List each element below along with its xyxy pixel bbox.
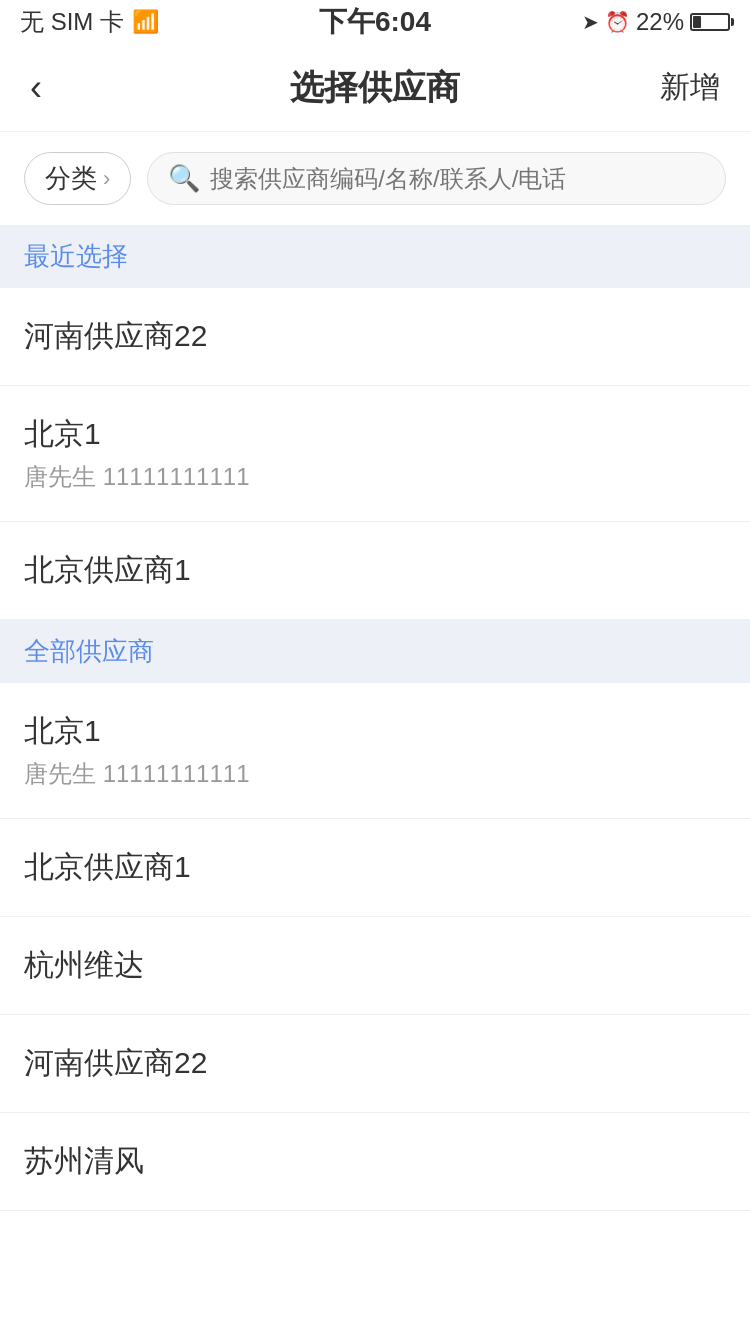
chevron-right-icon: ›: [103, 166, 110, 192]
list-item[interactable]: 北京供应商1: [0, 522, 750, 620]
recent-section-label: 最近选择: [24, 241, 128, 271]
item-name: 北京供应商1: [24, 550, 726, 591]
all-section-header: 全部供应商: [0, 620, 750, 683]
category-label: 分类: [45, 161, 97, 196]
list-item[interactable]: 苏州清风: [0, 1113, 750, 1211]
status-time: 下午6:04: [319, 3, 431, 41]
item-sub: 唐先生 11111111111: [24, 758, 726, 790]
page-title: 选择供应商: [290, 65, 460, 111]
list-item[interactable]: 杭州维达: [0, 917, 750, 1015]
item-sub: 唐先生 11111111111: [24, 461, 726, 493]
battery-icon: [690, 13, 730, 31]
item-name: 北京1: [24, 414, 726, 455]
search-input[interactable]: [210, 165, 705, 193]
status-right: ➤ ⏰ 22%: [582, 8, 730, 36]
search-icon: 🔍: [168, 163, 200, 194]
list-item[interactable]: 河南供应商22: [0, 288, 750, 386]
all-section-label: 全部供应商: [24, 636, 154, 666]
item-name: 北京供应商1: [24, 847, 726, 888]
item-name: 北京1: [24, 711, 726, 752]
filter-bar: 分类 › 🔍: [0, 132, 750, 225]
nav-bar: ‹ 选择供应商 新增: [0, 44, 750, 132]
all-list: 北京1 唐先生 11111111111 北京供应商1 杭州维达河南供应商22 苏州清风: [0, 683, 750, 1211]
recent-list: 河南供应商22 北京1 唐先生 11111111111 北京供应商1: [0, 288, 750, 620]
list-item[interactable]: 北京1 唐先生 11111111111: [0, 683, 750, 819]
item-name: 杭州维达: [24, 945, 726, 986]
category-filter-button[interactable]: 分类 ›: [24, 152, 131, 205]
item-name: 苏州清风: [24, 1141, 726, 1182]
list-item[interactable]: 北京供应商1: [0, 819, 750, 917]
recent-section-header: 最近选择: [0, 225, 750, 288]
item-name: 河南供应商22: [24, 1043, 726, 1084]
item-name: 河南供应商22: [24, 316, 726, 357]
status-left: 无 SIM 卡 📶: [20, 6, 159, 38]
add-button[interactable]: 新增: [660, 67, 720, 108]
location-icon: ➤: [582, 10, 599, 34]
status-bar: 无 SIM 卡 📶 下午6:04 ➤ ⏰ 22%: [0, 0, 750, 44]
wifi-icon: 📶: [132, 9, 159, 35]
alarm-icon: ⏰: [605, 10, 630, 34]
sim-label: 无 SIM 卡: [20, 6, 124, 38]
battery-percent: 22%: [636, 8, 684, 36]
list-item[interactable]: 北京1 唐先生 11111111111: [0, 386, 750, 522]
list-item[interactable]: 河南供应商22: [0, 1015, 750, 1113]
back-button[interactable]: ‹: [30, 67, 90, 109]
search-box: 🔍: [147, 152, 726, 205]
